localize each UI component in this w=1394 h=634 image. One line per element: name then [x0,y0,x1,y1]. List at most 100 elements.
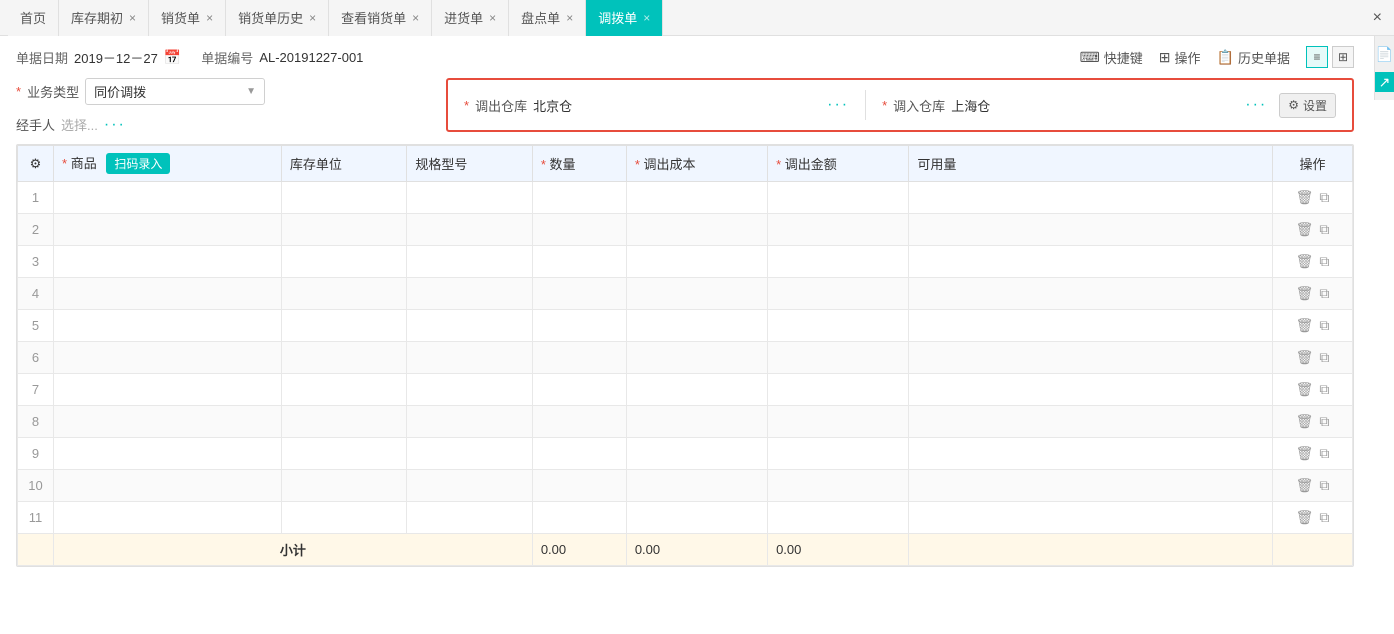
spec-cell[interactable] [407,246,532,278]
copy-icon[interactable]: ⧉ [1319,221,1329,237]
copy-icon[interactable]: ⧉ [1319,381,1329,397]
quantity-cell[interactable] [532,278,626,310]
product-cell[interactable] [54,502,282,534]
delete-icon[interactable]: 🗑 [1296,509,1314,525]
tab-sales-order-close[interactable]: × [206,11,213,25]
unit-cell[interactable] [281,310,406,342]
copy-icon[interactable]: ⧉ [1319,253,1329,269]
cost-cell[interactable] [626,278,767,310]
product-cell[interactable] [54,246,282,278]
amount-cell[interactable] [768,470,909,502]
available-cell[interactable] [909,310,1273,342]
tab-transfer-order-close[interactable]: × [643,11,650,25]
handler-placeholder[interactable]: 选择... [61,115,98,134]
handler-more-button[interactable]: ··· [104,116,126,134]
amount-cell[interactable] [768,438,909,470]
delete-icon[interactable]: 🗑 [1296,189,1314,205]
spec-cell[interactable] [407,278,532,310]
amount-cell[interactable] [768,374,909,406]
amount-cell[interactable] [768,342,909,374]
warehouse-out-value[interactable]: 北京仓 [533,96,572,115]
copy-icon[interactable]: ⧉ [1319,509,1329,525]
cost-cell[interactable] [626,182,767,214]
cost-cell[interactable] [626,214,767,246]
unit-cell[interactable] [281,214,406,246]
unit-cell[interactable] [281,470,406,502]
unit-cell[interactable] [281,342,406,374]
unit-cell[interactable] [281,374,406,406]
warehouse-in-more-button[interactable]: ··· [1245,96,1267,114]
delete-icon[interactable]: 🗑 [1296,253,1314,269]
unit-cell[interactable] [281,406,406,438]
cost-cell[interactable] [626,342,767,374]
quantity-cell[interactable] [532,374,626,406]
quantity-cell[interactable] [532,182,626,214]
tab-inventory-init[interactable]: 库存期初 × [59,0,149,36]
delete-icon[interactable]: 🗑 [1296,445,1314,461]
product-cell[interactable] [54,278,282,310]
amount-cell[interactable] [768,278,909,310]
product-cell[interactable] [54,342,282,374]
spec-cell[interactable] [407,502,532,534]
unit-cell[interactable] [281,278,406,310]
available-cell[interactable] [909,182,1273,214]
available-cell[interactable] [909,406,1273,438]
spec-cell[interactable] [407,470,532,502]
amount-cell[interactable] [768,246,909,278]
cost-cell[interactable] [626,406,767,438]
tab-view-sales[interactable]: 查看销货单 × [329,0,432,36]
copy-icon[interactable]: ⧉ [1319,285,1329,301]
warehouse-out-more-button[interactable]: ··· [827,96,849,114]
delete-icon[interactable]: 🗑 [1296,285,1314,301]
unit-cell[interactable] [281,246,406,278]
tab-purchase-order-close[interactable]: × [489,11,496,25]
product-cell[interactable] [54,214,282,246]
amount-cell[interactable] [768,182,909,214]
copy-icon[interactable]: ⧉ [1319,317,1329,333]
quantity-cell[interactable] [532,438,626,470]
copy-icon[interactable]: ⧉ [1319,349,1329,365]
unit-cell[interactable] [281,182,406,214]
spec-cell[interactable] [407,182,532,214]
date-value[interactable]: 2019－12－27 [74,48,158,67]
quantity-cell[interactable] [532,342,626,374]
history-button[interactable]: 📋 历史单据 [1217,48,1290,67]
unit-cell[interactable] [281,438,406,470]
amount-cell[interactable] [768,214,909,246]
cost-cell[interactable] [626,470,767,502]
available-cell[interactable] [909,214,1273,246]
tab-inventory-count-close[interactable]: × [566,11,573,25]
tab-sales-history-close[interactable]: × [309,11,316,25]
copy-icon[interactable]: ⧉ [1319,413,1329,429]
quantity-cell[interactable] [532,406,626,438]
product-cell[interactable] [54,406,282,438]
shortcuts-button[interactable]: ⌨ 快捷键 [1080,48,1143,67]
spec-cell[interactable] [407,438,532,470]
amount-cell[interactable] [768,310,909,342]
tab-view-sales-close[interactable]: × [412,11,419,25]
tab-home[interactable]: 首页 [8,0,59,36]
business-type-select[interactable]: 同价调拨 ▼ [85,78,265,105]
cost-cell[interactable] [626,246,767,278]
copy-icon[interactable]: ⧉ [1319,445,1329,461]
cost-cell[interactable] [626,374,767,406]
warehouse-in-value[interactable]: 上海仓 [951,96,990,115]
tab-transfer-order[interactable]: 调拨单 × [586,0,663,36]
unit-cell[interactable] [281,502,406,534]
settings-button[interactable]: ⚙ 设置 [1279,93,1336,118]
layout-grid-button[interactable]: ⊞ [1332,46,1354,68]
product-cell[interactable] [54,310,282,342]
tab-sales-history[interactable]: 销货单历史 × [226,0,329,36]
available-cell[interactable] [909,502,1273,534]
scan-button[interactable]: 扫码录入 [106,153,170,174]
spec-cell[interactable] [407,406,532,438]
quantity-cell[interactable] [532,246,626,278]
tab-sales-order[interactable]: 销货单 × [149,0,226,36]
delete-icon[interactable]: 🗑 [1296,413,1314,429]
cost-cell[interactable] [626,438,767,470]
spec-cell[interactable] [407,310,532,342]
spec-cell[interactable] [407,374,532,406]
spec-cell[interactable] [407,342,532,374]
calendar-icon[interactable]: 📅 [164,49,181,66]
delete-icon[interactable]: 🗑 [1296,477,1314,493]
